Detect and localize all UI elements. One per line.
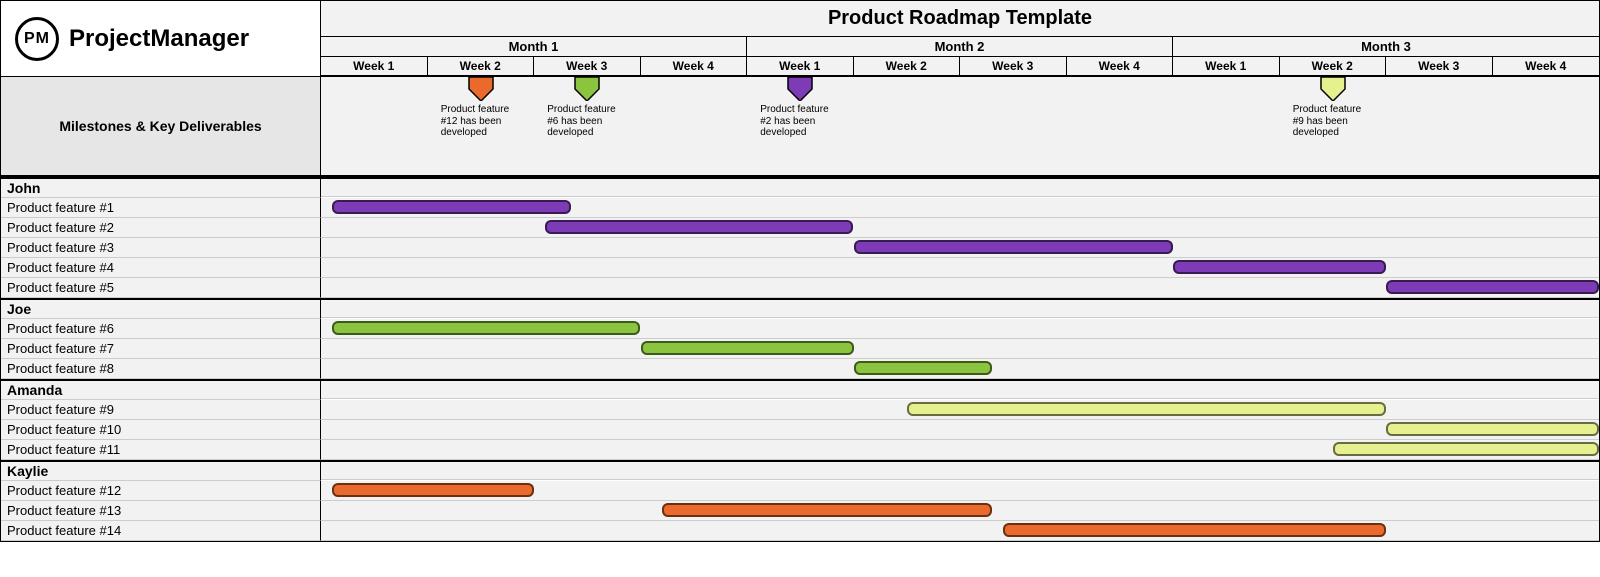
group-header: Joe [1, 298, 321, 319]
task-label: Product feature #2 [1, 218, 321, 238]
task-track [321, 440, 1599, 460]
task-track [321, 521, 1599, 541]
task-track [321, 278, 1599, 298]
week-header: Week 1 [1173, 57, 1280, 75]
group-header-track [321, 177, 1599, 197]
month-header: Month 1 [321, 37, 747, 56]
gantt-bar[interactable] [907, 402, 1386, 416]
milestone-marker: Product feature #12 has been developed [436, 77, 526, 139]
task-track [321, 319, 1599, 339]
milestone-caption: Product feature #2 has been developed [760, 104, 840, 139]
milestones-area: Product feature #12 has been developed Pr… [321, 77, 1599, 177]
gantt-bar[interactable] [332, 200, 572, 214]
gantt-bar[interactable] [1386, 280, 1599, 294]
gantt-bar[interactable] [854, 240, 1174, 254]
milestone-caption: Product feature #12 has been developed [441, 104, 521, 139]
week-header: Week 1 [321, 57, 428, 75]
task-track [321, 198, 1599, 218]
week-header: Week 4 [641, 57, 748, 75]
week-header: Week 2 [428, 57, 535, 75]
milestone-caption: Product feature #9 has been developed [1293, 104, 1373, 139]
group-header-track [321, 460, 1599, 480]
group-header: Kaylie [1, 460, 321, 481]
week-header: Week 2 [854, 57, 961, 75]
task-label: Product feature #1 [1, 198, 321, 218]
milestone-icon [1318, 77, 1348, 101]
milestone-icon [785, 77, 815, 101]
task-label: Product feature #13 [1, 501, 321, 521]
month-header: Month 3 [1173, 37, 1599, 56]
task-label: Product feature #12 [1, 481, 321, 501]
group-header-track [321, 379, 1599, 399]
group-header: John [1, 177, 321, 198]
month-header: Month 2 [747, 37, 1173, 56]
months-header: Month 1Month 2Month 3 [321, 37, 1599, 57]
group-header-track [321, 298, 1599, 318]
gantt-bar[interactable] [641, 341, 854, 355]
milestone-icon [572, 77, 602, 101]
task-track [321, 420, 1599, 440]
task-label: Product feature #8 [1, 359, 321, 379]
brand-logo: PM ProjectManager [1, 1, 321, 77]
page-title: Product Roadmap Template [321, 1, 1599, 37]
gantt-bar[interactable] [1173, 260, 1386, 274]
task-label: Product feature #6 [1, 319, 321, 339]
weeks-header: Week 1Week 2Week 3Week 4Week 1Week 2Week… [321, 57, 1599, 77]
week-header: Week 3 [960, 57, 1067, 75]
task-label: Product feature #4 [1, 258, 321, 278]
task-track [321, 501, 1599, 521]
task-label: Product feature #7 [1, 339, 321, 359]
task-track [321, 400, 1599, 420]
gantt-bar[interactable] [1333, 442, 1599, 456]
task-track [321, 481, 1599, 501]
task-label: Product feature #11 [1, 440, 321, 460]
week-header: Week 1 [747, 57, 854, 75]
brand-badge-icon: PM [15, 17, 59, 61]
milestone-caption: Product feature #6 has been developed [547, 104, 627, 139]
gantt-bar[interactable] [332, 321, 641, 335]
gantt-bar[interactable] [332, 483, 534, 497]
task-label: Product feature #9 [1, 400, 321, 420]
week-header: Week 3 [534, 57, 641, 75]
task-label: Product feature #10 [1, 420, 321, 440]
task-label: Product feature #14 [1, 521, 321, 541]
group-header: Amanda [1, 379, 321, 400]
task-track [321, 359, 1599, 379]
task-label: Product feature #5 [1, 278, 321, 298]
week-header: Week 3 [1386, 57, 1493, 75]
milestones-label: Milestones & Key Deliverables [1, 77, 321, 177]
gantt-bar[interactable] [545, 220, 854, 234]
brand-name: ProjectManager [69, 25, 249, 53]
week-header: Week 4 [1067, 57, 1174, 75]
gantt-bar[interactable] [1003, 523, 1386, 537]
task-label: Product feature #3 [1, 238, 321, 258]
week-header: Week 4 [1493, 57, 1600, 75]
task-track [321, 339, 1599, 359]
task-track [321, 218, 1599, 238]
gantt-bar[interactable] [1386, 422, 1599, 436]
gantt-bar[interactable] [662, 503, 992, 517]
week-header: Week 2 [1280, 57, 1387, 75]
milestone-marker: Product feature #2 has been developed [755, 77, 845, 139]
milestone-icon [466, 77, 496, 101]
task-track [321, 238, 1599, 258]
gantt-bar[interactable] [854, 361, 992, 375]
milestone-marker: Product feature #9 has been developed [1288, 77, 1378, 139]
task-track [321, 258, 1599, 278]
milestone-marker: Product feature #6 has been developed [542, 77, 632, 139]
